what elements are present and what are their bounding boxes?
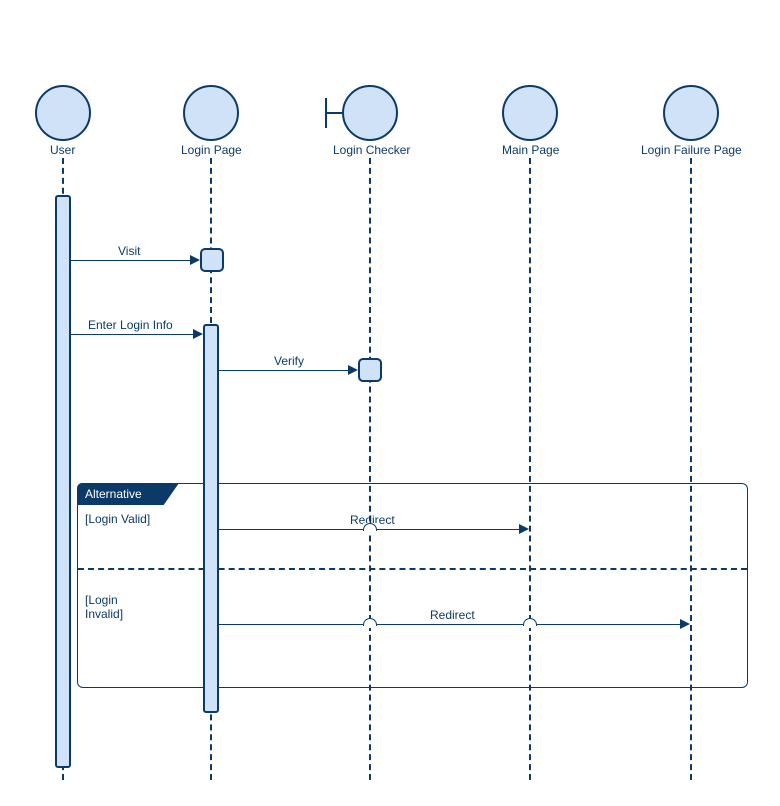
msg-enter-login-label: Enter Login Info (88, 318, 173, 332)
msg-verify-arrow (348, 365, 358, 375)
alt-frame (77, 483, 748, 688)
actor-login-page-head (183, 85, 239, 141)
sequence-diagram: User Login Page Login Checker Main Page … (0, 0, 780, 806)
actor-main-page-label: Main Page (502, 143, 559, 157)
actor-main-page-head (502, 85, 558, 141)
actor-user-label: User (50, 143, 75, 157)
msg-visit-arrow (190, 255, 200, 265)
msg-enter-login-line (71, 334, 194, 335)
msg-redirect2-label: Redirect (430, 608, 475, 622)
exec-login-page-visit (200, 248, 224, 272)
msg-redirect1-jump (363, 523, 377, 531)
activation-login-page-overlay (203, 478, 219, 693)
actor-login-checker-head (342, 85, 398, 141)
guard-login-valid: [Login Valid] (85, 512, 150, 526)
msg-verify-label: Verify (274, 354, 304, 368)
alt-title: Alternative (85, 487, 142, 501)
alt-header: Alternative (77, 483, 179, 505)
actor-login-checker-label: Login Checker (333, 143, 410, 157)
msg-redirect1-arrow (519, 524, 529, 534)
msg-redirect2-arrow (680, 619, 690, 629)
actor-login-page-label: Login Page (181, 143, 242, 157)
msg-enter-login-arrow (193, 329, 203, 339)
msg-visit-label: Visit (118, 244, 140, 258)
alt-divider (78, 568, 747, 570)
msg-verify-line (219, 370, 349, 371)
activation-user-overlay (55, 478, 71, 693)
guard-login-invalid: [Login Invalid] (85, 593, 145, 621)
actor-user-head (35, 85, 91, 141)
actor-login-failure-head (663, 85, 719, 141)
exec-login-checker-verify (358, 358, 382, 382)
login-checker-boundary-horizontal (325, 112, 342, 114)
msg-redirect2-jump1 (363, 618, 377, 626)
msg-redirect2-line (219, 624, 681, 625)
msg-redirect2-jump2 (523, 618, 537, 626)
msg-visit-line (71, 260, 191, 261)
actor-login-failure-label: Login Failure Page (641, 143, 742, 157)
